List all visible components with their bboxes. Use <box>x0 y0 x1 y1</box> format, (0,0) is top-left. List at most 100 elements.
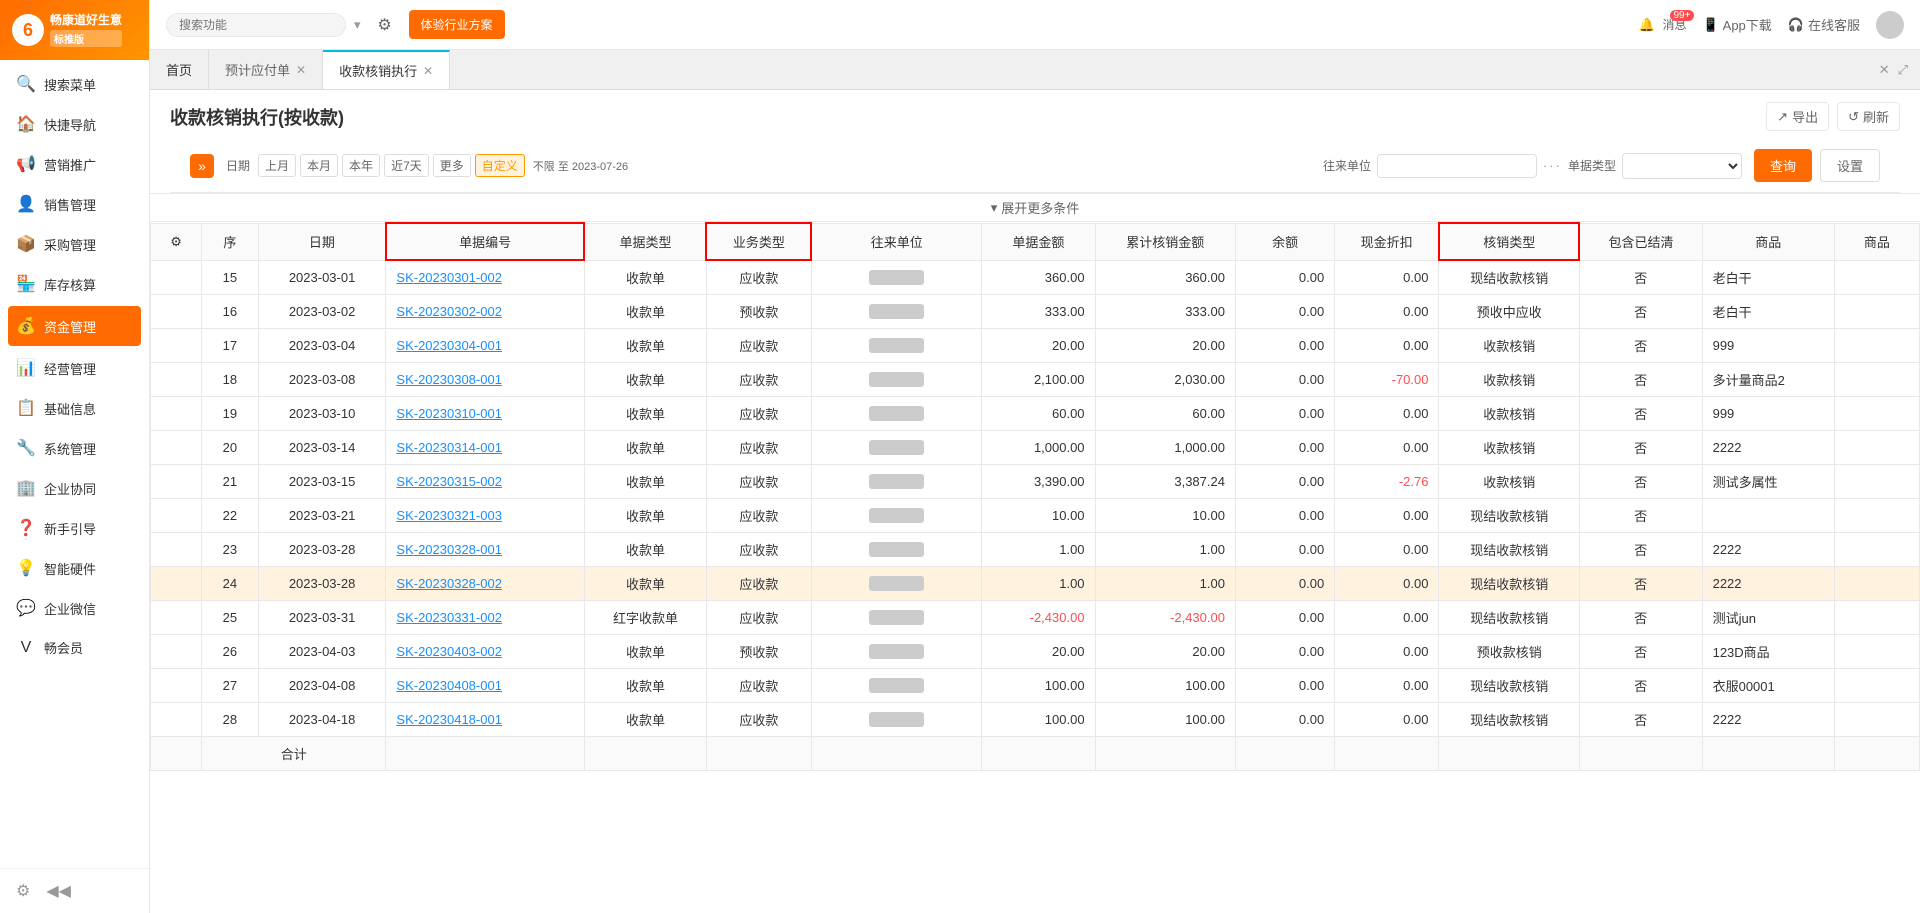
order-no-link[interactable]: SK-20230403-002 <box>396 644 502 659</box>
row-writeoff-type: 收款核销 <box>1439 397 1579 431</box>
row-order-no[interactable]: SK-20230418-001 <box>386 703 585 737</box>
row-order-no[interactable]: SK-20230310-001 <box>386 397 585 431</box>
date-custom-btn[interactable]: 自定义 <box>475 154 525 177</box>
tab-writeoff[interactable]: 收款核销执行 ✕ <box>323 50 450 89</box>
sidebar-item-finance[interactable]: 💰 资金管理 <box>8 306 141 346</box>
row-no: 26 <box>202 635 259 669</box>
order-no-link[interactable]: SK-20230310-001 <box>396 406 502 421</box>
settings-icon[interactable]: ⚙ <box>16 881 30 901</box>
tab-home[interactable]: 首页 <box>150 50 209 89</box>
sidebar-item-shortcut[interactable]: 🏠 快捷导航 <box>0 104 149 144</box>
expand-label: 展开更多条件 <box>1001 198 1079 217</box>
order-no-link[interactable]: SK-20230321-003 <box>396 508 502 523</box>
user-avatar[interactable] <box>1876 11 1904 39</box>
settings-topbar-icon[interactable]: ⚙ <box>369 9 401 41</box>
query-button[interactable]: 查询 <box>1754 149 1812 182</box>
row-balance: 0.00 <box>1235 363 1334 397</box>
order-no-link[interactable]: SK-20230418-001 <box>396 712 502 727</box>
date-this-month-btn[interactable]: 本月 <box>300 154 338 177</box>
sidebar-item-wechat[interactable]: 💬 企业微信 <box>0 588 149 628</box>
row-partner: ██████ <box>811 669 981 703</box>
row-order-no[interactable]: SK-20230302-002 <box>386 295 585 329</box>
sidebar-item-system[interactable]: 🔧 系统管理 <box>0 428 149 468</box>
row-order-no[interactable]: SK-20230308-001 <box>386 363 585 397</box>
row-no: 18 <box>202 363 259 397</box>
close-window-icon[interactable]: ✕ <box>1879 62 1890 78</box>
collapse-icon[interactable]: ◀◀ <box>46 881 71 901</box>
sidebar-item-purchase[interactable]: 📦 采购管理 <box>0 224 149 264</box>
row-order-no[interactable]: SK-20230403-002 <box>386 635 585 669</box>
order-no-link[interactable]: SK-20230301-002 <box>396 270 502 285</box>
order-no-link[interactable]: SK-20230314-001 <box>396 440 502 455</box>
total-balance <box>1235 737 1334 771</box>
industry-solution-button[interactable]: 体验行业方案 <box>409 10 505 39</box>
row-balance: 0.00 <box>1235 635 1334 669</box>
filter-toggle-button[interactable]: » <box>190 154 214 178</box>
row-order-no[interactable]: SK-20230331-002 <box>386 601 585 635</box>
row-amount: 3,390.00 <box>982 465 1095 499</box>
tab-prepay[interactable]: 预计应付单 ✕ <box>209 50 323 89</box>
order-type-select[interactable] <box>1622 153 1742 179</box>
row-no: 17 <box>202 329 259 363</box>
order-no-link[interactable]: SK-20230304-001 <box>396 338 502 353</box>
row-amount: 60.00 <box>982 397 1095 431</box>
order-no-link[interactable]: SK-20230331-002 <box>396 610 502 625</box>
export-button[interactable]: ↗ 导出 <box>1766 102 1829 131</box>
date-more-btn[interactable]: 更多 <box>433 154 471 177</box>
total-amount <box>982 737 1095 771</box>
service-button[interactable]: 🎧 在线客服 <box>1788 15 1860 34</box>
row-order-no[interactable]: SK-20230328-001 <box>386 533 585 567</box>
row-order-no[interactable]: SK-20230314-001 <box>386 431 585 465</box>
row-order-no[interactable]: SK-20230408-001 <box>386 669 585 703</box>
partner-filter-input[interactable] <box>1377 154 1537 178</box>
sidebar-item-enterprise[interactable]: 🏢 企业协同 <box>0 468 149 508</box>
sidebar-item-search[interactable]: 🔍 搜索菜单 <box>0 64 149 104</box>
date-this-year-btn[interactable]: 本年 <box>342 154 380 177</box>
topbar-search-input[interactable] <box>166 13 346 37</box>
row-order-no[interactable]: SK-20230304-001 <box>386 329 585 363</box>
maximize-icon[interactable]: ⤢ <box>1898 62 1908 78</box>
row-order-no[interactable]: SK-20230315-002 <box>386 465 585 499</box>
notification-button[interactable]: 🔔 99+ 消息 <box>1639 16 1687 33</box>
order-no-link[interactable]: SK-20230328-001 <box>396 542 502 557</box>
row-order-no[interactable]: SK-20230301-002 <box>386 260 585 295</box>
sidebar-item-guide[interactable]: ❓ 新手引导 <box>0 508 149 548</box>
total-order-type <box>584 737 706 771</box>
row-date: 2023-03-14 <box>258 431 386 465</box>
order-no-link[interactable]: SK-20230302-002 <box>396 304 502 319</box>
row-amount: 1,000.00 <box>982 431 1095 465</box>
th-settings[interactable]: ⚙ <box>151 223 202 260</box>
row-no: 22 <box>202 499 259 533</box>
sidebar-item-inventory[interactable]: 🏪 库存核算 <box>0 264 149 304</box>
sidebar-item-operation[interactable]: 📊 经营管理 <box>0 348 149 388</box>
sidebar-item-basic[interactable]: 📋 基础信息 <box>0 388 149 428</box>
date-7days-btn[interactable]: 近7天 <box>384 154 429 177</box>
order-no-link[interactable]: SK-20230315-002 <box>396 474 502 489</box>
sidebar-item-member[interactable]: V 畅会员 <box>0 628 149 667</box>
filter-setting-button[interactable]: 设置 <box>1820 149 1880 182</box>
tab-prepay-close-icon[interactable]: ✕ <box>296 63 306 77</box>
order-no-link[interactable]: SK-20230408-001 <box>396 678 502 693</box>
row-writeoff-amount: 20.00 <box>1095 329 1235 363</box>
tab-writeoff-close-icon[interactable]: ✕ <box>423 64 433 78</box>
row-include-settled: 否 <box>1579 567 1702 601</box>
row-order-no[interactable]: SK-20230328-002 <box>386 567 585 601</box>
expand-more-button[interactable]: ▾ 展开更多条件 <box>991 198 1080 217</box>
row-order-type: 收款单 <box>584 397 706 431</box>
total-include-settled <box>1579 737 1702 771</box>
refresh-button[interactable]: ↺ 刷新 <box>1837 102 1900 131</box>
sidebar-item-hardware[interactable]: 💡 智能硬件 <box>0 548 149 588</box>
sidebar-item-marketing[interactable]: 📢 营销推广 <box>0 144 149 184</box>
row-order-no[interactable]: SK-20230321-003 <box>386 499 585 533</box>
order-no-link[interactable]: SK-20230308-001 <box>396 372 502 387</box>
row-biz-type: 应收款 <box>706 601 811 635</box>
th-amount: 单据金额 <box>982 223 1095 260</box>
order-no-link[interactable]: SK-20230328-002 <box>396 576 502 591</box>
app-download-button[interactable]: 📱 App下载 <box>1702 15 1771 34</box>
sidebar-footer: ⚙ ◀◀ <box>0 868 149 913</box>
row-partner: ██████ <box>811 635 981 669</box>
search-icon: 🔍 <box>16 74 36 94</box>
date-last-month-btn[interactable]: 上月 <box>258 154 296 177</box>
sidebar-item-sales[interactable]: 👤 销售管理 <box>0 184 149 224</box>
row-writeoff-amount: 60.00 <box>1095 397 1235 431</box>
